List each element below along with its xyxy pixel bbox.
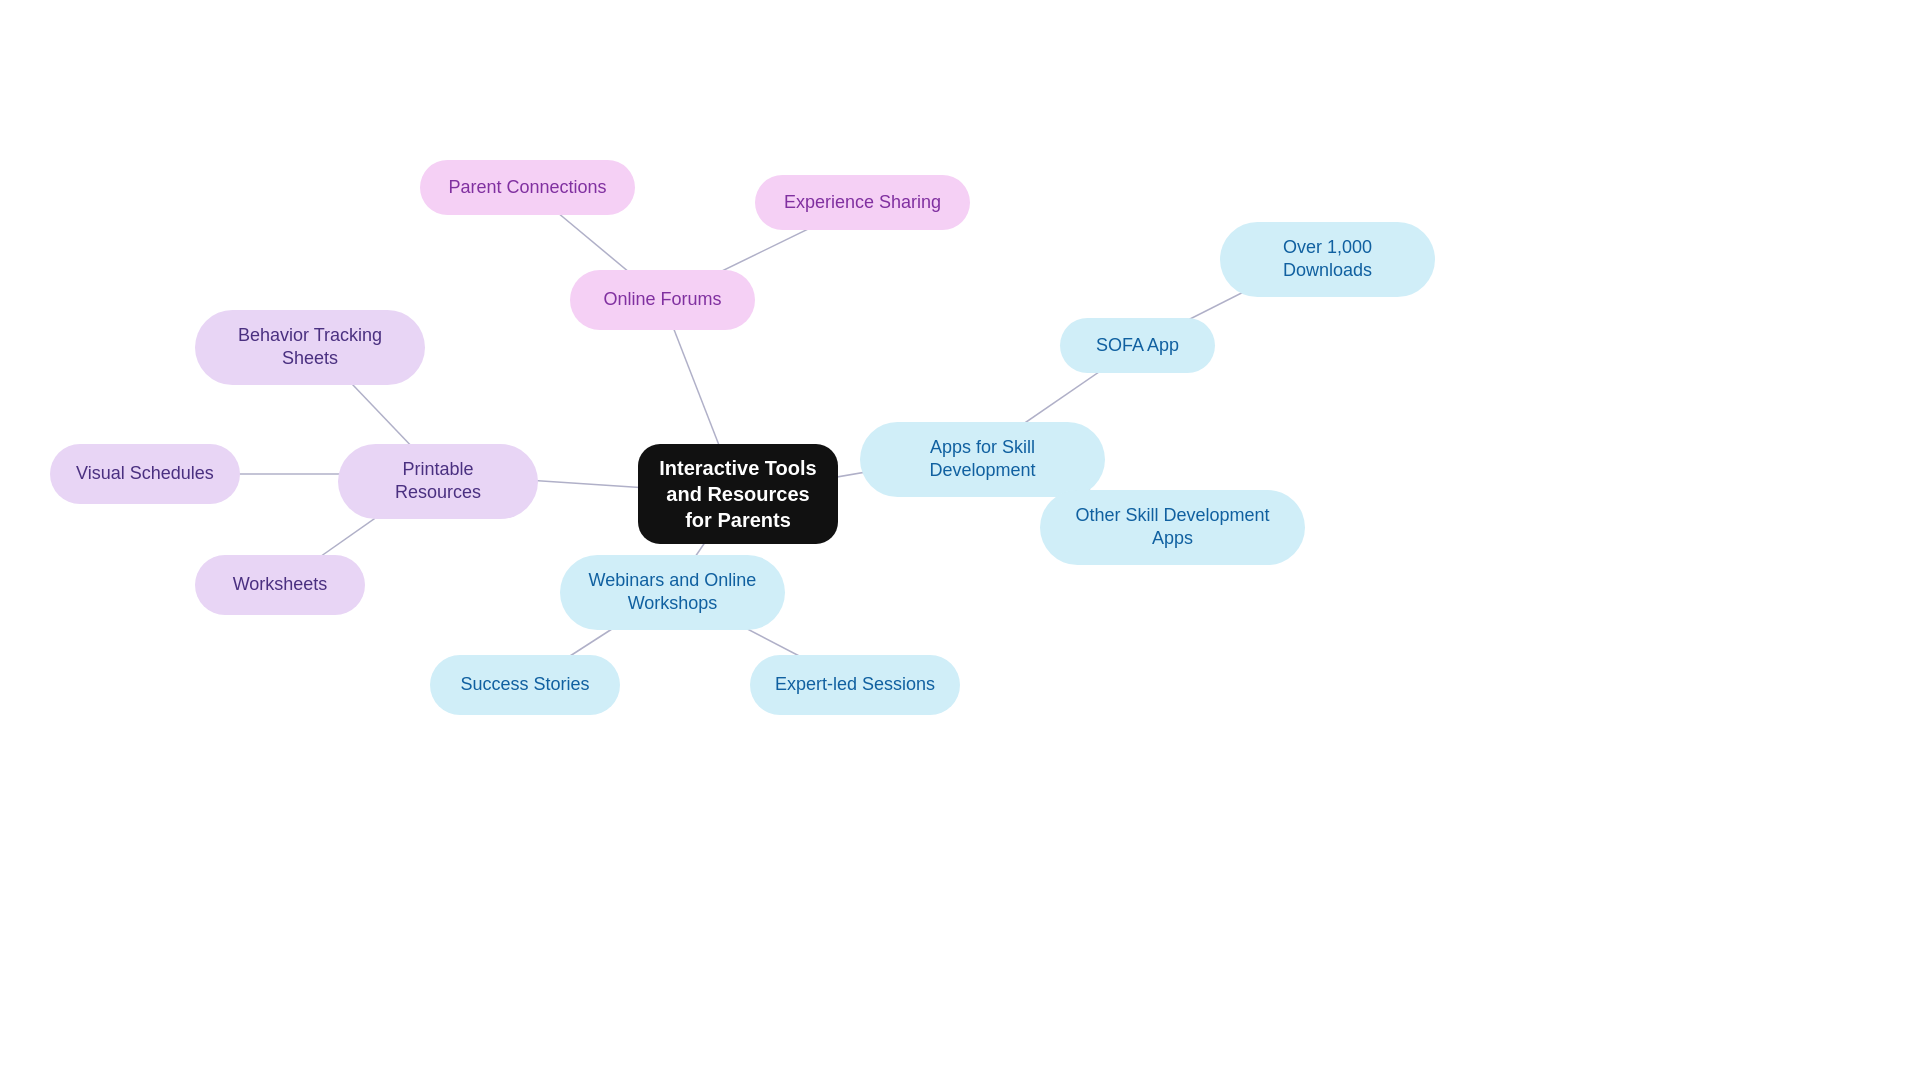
node-center[interactable]: Interactive Tools and Resources for Pare… xyxy=(638,444,838,544)
node-behavior-tracking[interactable]: Behavior Tracking Sheets xyxy=(195,310,425,385)
node-webinars-workshops[interactable]: Webinars and Online Workshops xyxy=(560,555,785,630)
node-other-skill-apps[interactable]: Other Skill Development Apps xyxy=(1040,490,1305,565)
node-parent-connections[interactable]: Parent Connections xyxy=(420,160,635,215)
connections-svg xyxy=(0,0,1920,1083)
node-printable-resources[interactable]: Printable Resources xyxy=(338,444,538,519)
node-apps-skill-development[interactable]: Apps for Skill Development xyxy=(860,422,1105,497)
node-expert-led-sessions[interactable]: Expert-led Sessions xyxy=(750,655,960,715)
node-experience-sharing[interactable]: Experience Sharing xyxy=(755,175,970,230)
mindmap-container: Interactive Tools and Resources for Pare… xyxy=(0,0,1920,1083)
node-online-forums[interactable]: Online Forums xyxy=(570,270,755,330)
node-sofa-app[interactable]: SOFA App xyxy=(1060,318,1215,373)
node-over-1000-downloads[interactable]: Over 1,000 Downloads xyxy=(1220,222,1435,297)
node-visual-schedules[interactable]: Visual Schedules xyxy=(50,444,240,504)
node-worksheets[interactable]: Worksheets xyxy=(195,555,365,615)
node-success-stories[interactable]: Success Stories xyxy=(430,655,620,715)
